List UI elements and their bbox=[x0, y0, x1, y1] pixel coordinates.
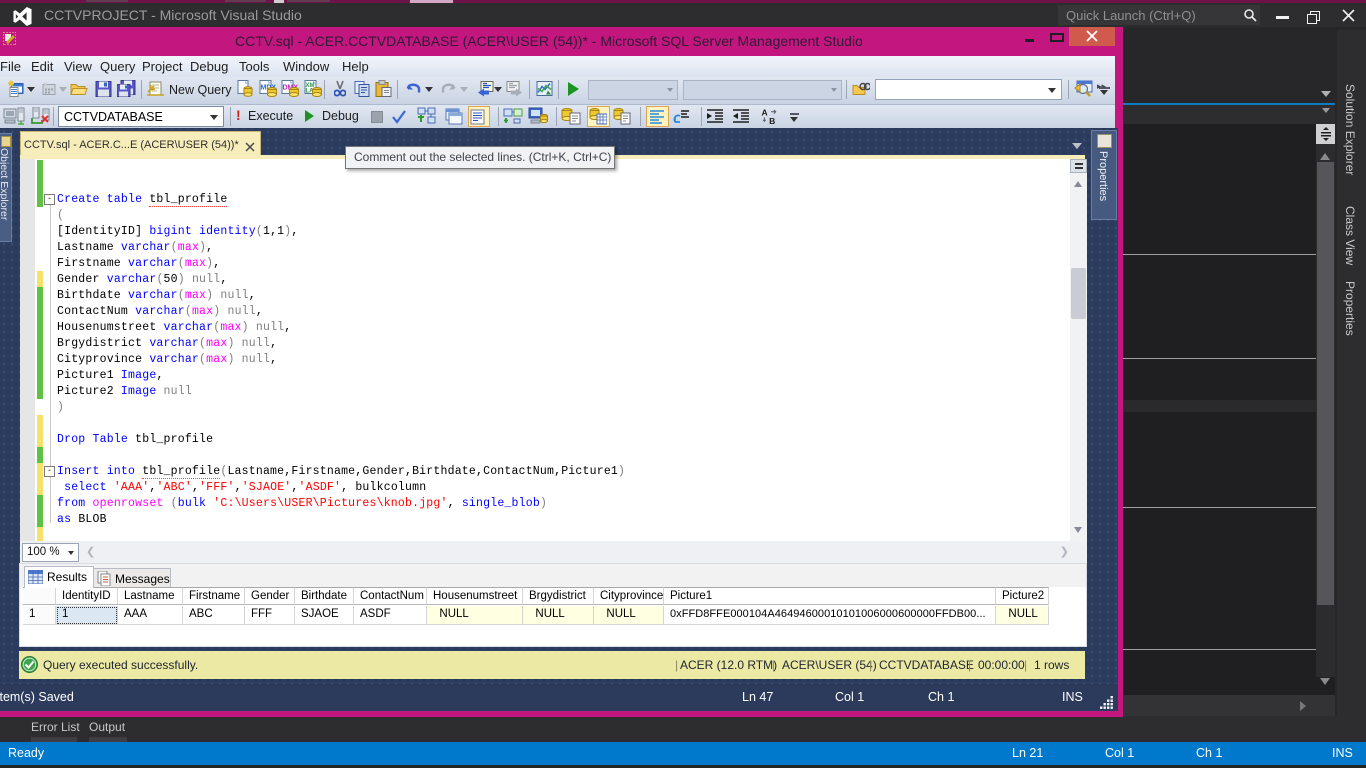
svg-text:A: A bbox=[762, 108, 768, 118]
svg-text:B: B bbox=[769, 116, 775, 125]
